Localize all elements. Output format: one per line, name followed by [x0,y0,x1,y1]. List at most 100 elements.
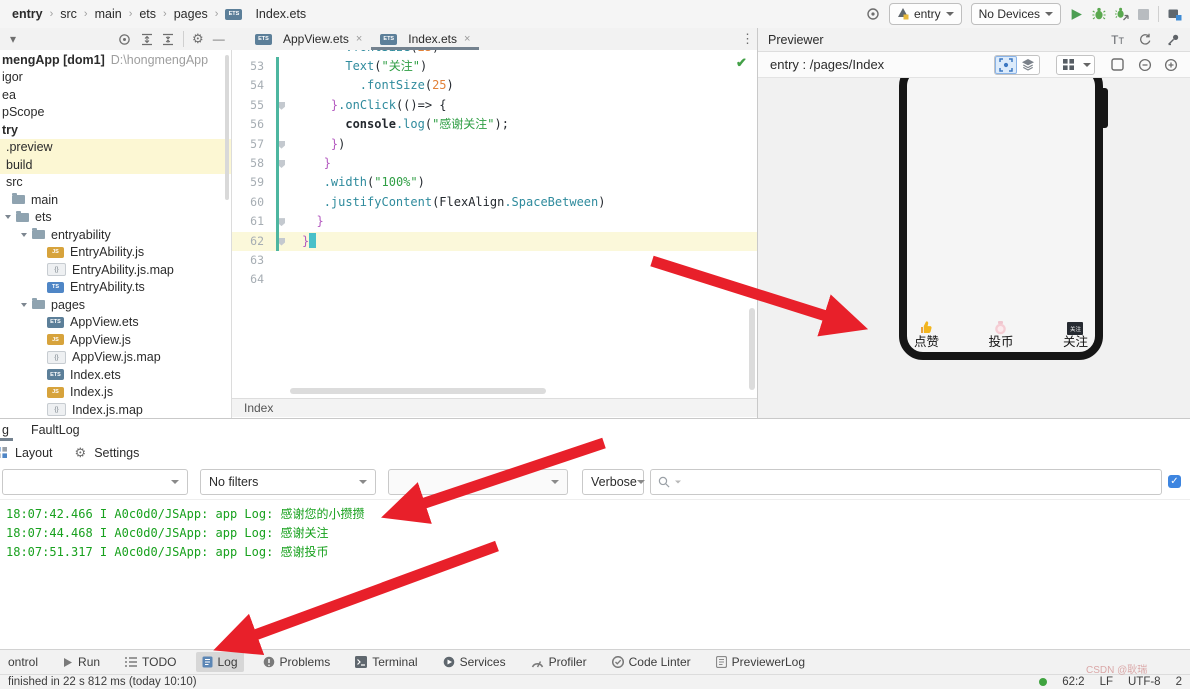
log-filter-checkbox[interactable]: ✓ [1168,475,1181,488]
code-line-55[interactable]: 55 }.onClick(()=> { [232,96,757,115]
toolwindow-todo[interactable]: TODO [119,652,182,672]
toolwindow-problems[interactable]: Problems [257,652,337,672]
line-separator[interactable]: LF [1100,676,1113,688]
breadcrumb-item-main[interactable]: main [95,7,122,21]
log-search-input[interactable] [686,474,1154,490]
code-line-63[interactable]: 63 [232,251,757,270]
breadcrumb-item-entry[interactable]: entry [12,7,43,21]
toolwindow-code-linter[interactable]: Code Linter [606,652,697,672]
layout-grid-icon[interactable] [0,447,7,458]
code-line-53[interactable]: 53 Text("关注") [232,57,757,76]
inspect-mode-button[interactable] [995,55,1017,74]
code-line-60[interactable]: 60 .justifyContent(FlexAlign.SpaceBetwee… [232,193,757,212]
log-tab-g[interactable]: g [0,421,13,441]
gear-icon[interactable]: ⚙ [192,31,204,47]
tree-item-index-js-map[interactable]: {} Index.js.map [0,401,231,419]
toolwindow-ontrol[interactable]: ontrol [2,652,44,672]
locate-icon[interactable] [866,7,880,21]
zoom-in-icon[interactable] [1164,58,1178,72]
tree-item-igor[interactable]: igor [0,69,231,87]
stop-button[interactable] [1138,8,1149,20]
tree-item-try[interactable]: try [0,121,231,139]
layers-button[interactable] [1017,56,1039,74]
breadcrumb-item-src[interactable]: src [60,7,77,21]
text-size-icon[interactable]: TT [1111,33,1124,47]
process-filter-dropdown[interactable] [388,469,568,495]
log-line[interactable]: 18:07:42.466 I A0c0d0/JSApp: app Log: 感谢… [6,505,365,524]
tab-index-ets[interactable]: ETS Index.ets × [371,28,480,50]
code-line-54[interactable]: 54 .fontSize(25) [232,76,757,95]
fold-marker-icon[interactable] [278,237,285,246]
phone-item-投币[interactable]: 投币 [988,320,1014,350]
level-filter-dropdown[interactable]: Verbose [582,469,645,495]
tree-item-entryability-ts[interactable]: TS EntryAbility.ts [0,279,231,297]
tree-item-entryability[interactable]: entryability [0,226,231,244]
project-view-dropdown-icon[interactable]: ▾ [10,32,16,46]
module-selector[interactable]: entry [888,3,962,25]
fold-marker-icon[interactable] [278,159,285,168]
code-line-59[interactable]: 59 .width("100%") [232,173,757,192]
tree-item-pscope[interactable]: pScope [0,104,231,122]
tree-item-entryability-js-map[interactable]: {} EntryAbility.js.map [0,261,231,279]
breadcrumb-item-index-ets[interactable]: Index.ets [255,7,306,21]
tree-item-build[interactable]: build [0,156,231,174]
preset-filter-dropdown[interactable]: No filters [200,469,376,495]
tree-item-index-js[interactable]: JS Index.js [0,384,231,402]
code-line-61[interactable]: 61 } [232,212,757,231]
toolwindow-previewerlog[interactable]: PreviewerLog [710,652,811,672]
code-line-57[interactable]: 57 }) [232,135,757,154]
tree-item-index-ets[interactable]: ETS Index.ets [0,366,231,384]
refresh-icon[interactable] [1139,33,1152,46]
code-line-56[interactable]: 56 console.log("感谢关注"); [232,115,757,134]
tree-item-appview-js-map[interactable]: {} AppView.js.map [0,349,231,367]
tree-item-ets[interactable]: ets [0,209,231,227]
log-tab-faultlog[interactable]: FaultLog [31,421,80,439]
grid-view-button[interactable] [1057,56,1079,74]
hide-panel-icon[interactable]: — [213,32,225,46]
toolwindow-terminal[interactable]: Terminal [349,652,423,672]
settings-menu-label[interactable]: Settings [94,446,139,460]
attach-debugger-button[interactable] [1115,7,1129,21]
pin-icon[interactable] [1167,33,1180,46]
close-icon[interactable]: × [356,33,362,45]
tree-item-pages[interactable]: pages [0,296,231,314]
tree-item-appview-ets[interactable]: ETS AppView.ets [0,314,231,332]
grid-dropdown-button[interactable] [1079,56,1094,74]
device-manager-icon[interactable] [1168,8,1182,21]
tree-item-mengapp-dom1[interactable]: mengApp [dom1] D:\hongmengApp [0,51,231,69]
vertical-scrollbar[interactable] [749,308,755,390]
device-filter-dropdown[interactable] [2,469,188,495]
toolwindow-profiler[interactable]: Profiler [525,652,593,672]
toolwindow-run[interactable]: Run [57,652,106,672]
phone-item-点赞[interactable]: 点赞 [914,320,939,350]
indent-size[interactable]: 2 [1176,676,1182,688]
fold-marker-icon[interactable] [278,101,285,110]
horizontal-scrollbar[interactable] [290,388,546,394]
layout-menu-label[interactable]: Layout [15,446,53,460]
log-line[interactable]: 18:07:51.317 I A0c0d0/JSApp: app Log: 感谢… [6,543,365,562]
fold-marker-icon[interactable] [278,140,285,149]
breadcrumb-item-pages[interactable]: pages [174,7,208,21]
editor-breadcrumb[interactable]: Index [244,401,273,415]
tree-item-ea[interactable]: ea [0,86,231,104]
code-editor[interactable]: .fontSize(25) 53 Text("关注")54 .fontSize(… [232,50,757,398]
close-icon[interactable]: × [464,33,470,45]
run-button[interactable] [1070,8,1083,21]
tab-appview-ets[interactable]: ETS AppView.ets × [246,28,371,50]
tree-item-src[interactable]: src [0,174,231,192]
frame-toggle-icon[interactable] [1111,58,1124,71]
tree-item-preview[interactable]: .preview [0,138,231,156]
tree-item-main[interactable]: main [0,191,231,209]
toolwindow-services[interactable]: Services [437,652,512,672]
chevron-down-icon[interactable] [21,232,27,237]
tree-item-appview-js[interactable]: JS AppView.js [0,331,231,349]
breadcrumb-item-ets[interactable]: ets [139,7,156,21]
caret-position[interactable]: 62:2 [1062,676,1084,688]
fold-marker-icon[interactable] [278,218,285,227]
code-line-62[interactable]: 62} [232,231,757,251]
toolwindow-log[interactable]: Log [195,652,244,672]
tree-scrollbar[interactable] [225,55,229,200]
log-search-box[interactable] [650,469,1162,495]
chevron-down-icon[interactable] [5,215,11,220]
phone-item-关注[interactable]: 关注 关注 [1063,322,1088,350]
